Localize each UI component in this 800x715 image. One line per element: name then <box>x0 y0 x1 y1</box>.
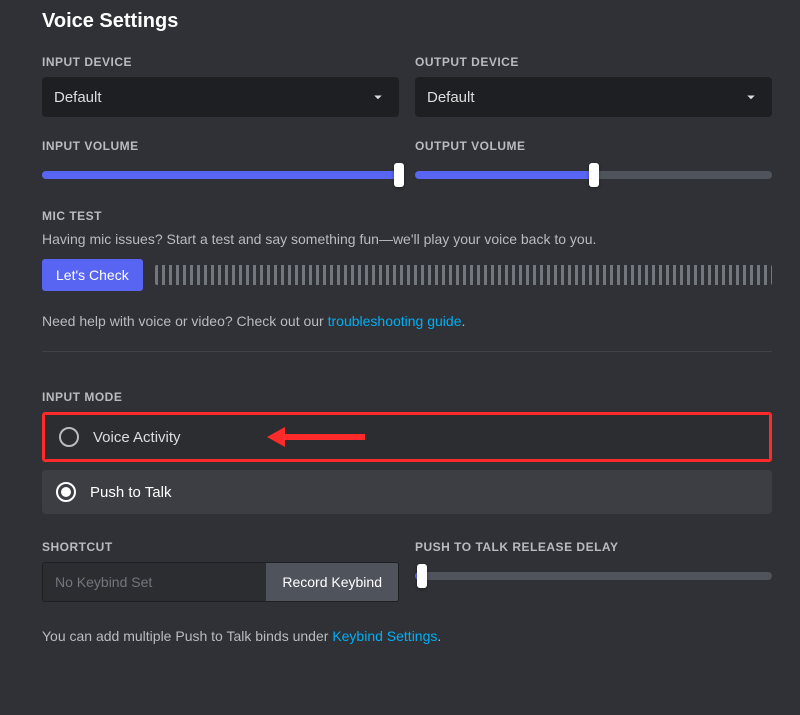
mic-test-button[interactable]: Let's Check <box>42 259 143 291</box>
output-device-value: Default <box>427 89 475 106</box>
record-keybind-button[interactable]: Record Keybind <box>266 563 398 601</box>
footer-suffix: . <box>437 628 441 644</box>
chevron-down-icon <box>742 88 760 106</box>
input-device-label: INPUT DEVICE <box>42 55 399 69</box>
troubleshooting-link[interactable]: troubleshooting guide <box>328 313 462 329</box>
shortcut-label: SHORTCUT <box>42 540 399 554</box>
radio-push-to-talk[interactable]: Push to Talk <box>42 470 772 514</box>
chevron-down-icon <box>369 88 387 106</box>
radio-off-icon <box>59 427 79 447</box>
mic-test-desc: Having mic issues? Start a test and say … <box>42 231 772 247</box>
input-mode-label: INPUT MODE <box>42 390 772 404</box>
slider-fill <box>42 171 399 179</box>
ptt-delay-label: PUSH TO TALK RELEASE DELAY <box>415 540 772 554</box>
help-prefix: Need help with voice or video? Check out… <box>42 313 328 329</box>
slider-fill <box>415 171 594 179</box>
footer-prefix: You can add multiple Push to Talk binds … <box>42 628 332 644</box>
keybind-settings-link[interactable]: Keybind Settings <box>332 628 437 644</box>
slider-thumb[interactable] <box>417 564 427 588</box>
keybind-field[interactable]: No Keybind Set Record Keybind <box>42 562 399 602</box>
radio-voice-activity[interactable]: Voice Activity <box>42 412 772 462</box>
input-mode-radio-group: Voice Activity Push to Talk <box>42 412 772 514</box>
keybind-placeholder: No Keybind Set <box>43 563 266 601</box>
mic-test-label: MIC TEST <box>42 209 772 223</box>
output-device-select[interactable]: Default <box>415 77 772 117</box>
slider-thumb[interactable] <box>394 163 404 187</box>
output-device-label: OUTPUT DEVICE <box>415 55 772 69</box>
output-volume-label: OUTPUT VOLUME <box>415 139 772 153</box>
mic-level-meter <box>155 265 772 285</box>
radio-label: Push to Talk <box>90 484 171 501</box>
input-volume-slider[interactable] <box>42 163 399 187</box>
footer-text: You can add multiple Push to Talk binds … <box>42 628 772 644</box>
help-suffix: . <box>462 313 466 329</box>
input-device-value: Default <box>54 89 102 106</box>
radio-on-icon <box>56 482 76 502</box>
page-title: Voice Settings <box>42 10 772 33</box>
ptt-delay-slider[interactable] <box>415 564 772 588</box>
output-volume-slider[interactable] <box>415 163 772 187</box>
slider-thumb[interactable] <box>589 163 599 187</box>
help-text: Need help with voice or video? Check out… <box>42 313 772 352</box>
annotation-arrow-icon <box>267 427 365 447</box>
input-device-select[interactable]: Default <box>42 77 399 117</box>
radio-label: Voice Activity <box>93 429 181 446</box>
input-volume-label: INPUT VOLUME <box>42 139 399 153</box>
